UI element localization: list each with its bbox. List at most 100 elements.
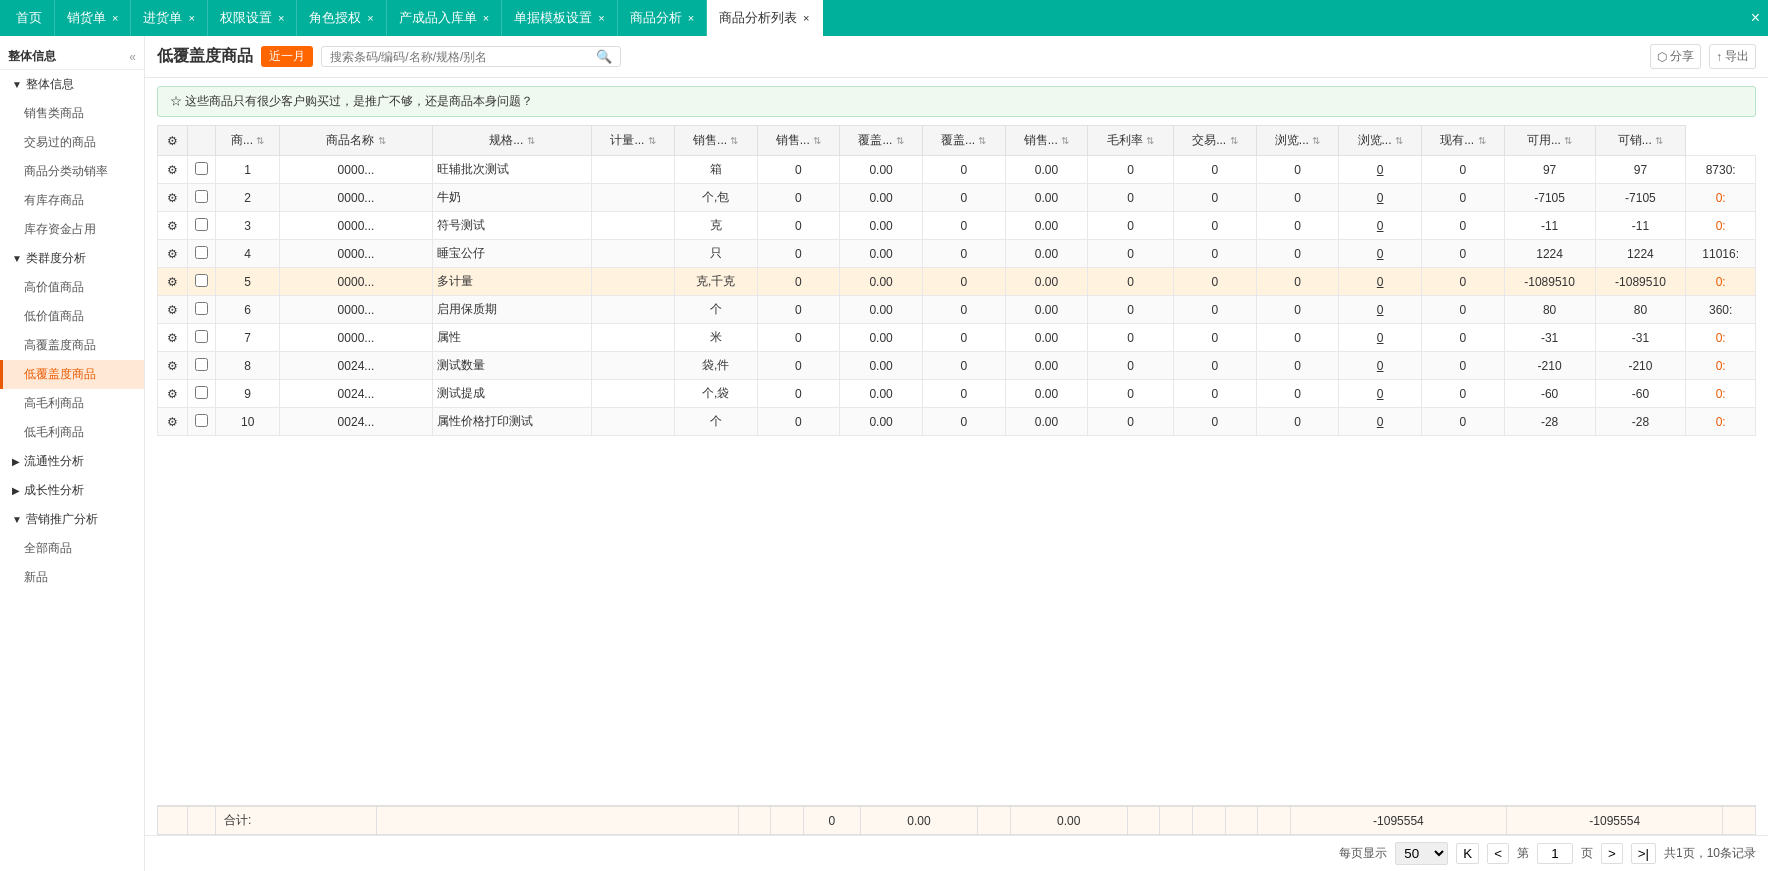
first-page-button[interactable]: K bbox=[1456, 843, 1479, 864]
cell-browse1[interactable]: 0 bbox=[1339, 408, 1422, 436]
cell-settings[interactable]: ⚙ bbox=[158, 352, 188, 380]
sidebar-item-sales-goods[interactable]: 销售类商品 bbox=[0, 99, 144, 128]
cell-browse1[interactable]: 0 bbox=[1339, 380, 1422, 408]
row-checkbox[interactable] bbox=[195, 190, 208, 203]
sidebar-section-growth[interactable]: ▶ 成长性分析 bbox=[0, 476, 144, 505]
sidebar-item-all-goods[interactable]: 全部商品 bbox=[0, 534, 144, 563]
col-sales-count[interactable]: 销售... ⇅ bbox=[1005, 126, 1088, 156]
table-wrapper[interactable]: ⚙ 商... ⇅ 商品名称 ⇅ 规格... ⇅ 计量... ⇅ 销售... ⇅ … bbox=[145, 125, 1768, 805]
tab-purchase-order[interactable]: 进货单 × bbox=[131, 0, 207, 36]
tab-role-auth[interactable]: 角色授权 × bbox=[297, 0, 386, 36]
cell-browse1[interactable]: 0 bbox=[1339, 324, 1422, 352]
col-sellable[interactable]: 可销... ⇅ bbox=[1595, 126, 1686, 156]
cell-browse1[interactable]: 0 bbox=[1339, 156, 1422, 184]
page-number-input[interactable] bbox=[1537, 843, 1573, 864]
col-browse1[interactable]: 浏览... ⇅ bbox=[1256, 126, 1339, 156]
last-page-button[interactable]: >| bbox=[1631, 843, 1656, 864]
tab-sales-order[interactable]: 销货单 × bbox=[55, 0, 131, 36]
close-tab-permissions[interactable]: × bbox=[278, 12, 284, 24]
close-all-tabs[interactable]: × bbox=[1751, 9, 1760, 27]
row-checkbox[interactable] bbox=[195, 274, 208, 287]
row-checkbox[interactable] bbox=[195, 330, 208, 343]
col-name[interactable]: 商品名称 ⇅ bbox=[280, 126, 432, 156]
sidebar-item-category-rate[interactable]: 商品分类动销率 bbox=[0, 157, 144, 186]
cell-checkbox[interactable] bbox=[188, 408, 216, 436]
sidebar-item-low-coverage[interactable]: 低覆盖度商品 bbox=[0, 360, 144, 389]
sidebar-item-traded-goods[interactable]: 交易过的商品 bbox=[0, 128, 144, 157]
close-tab-product-analysis-list[interactable]: × bbox=[803, 12, 809, 24]
sidebar-item-in-stock[interactable]: 有库存商品 bbox=[0, 186, 144, 215]
close-tab-sales-order[interactable]: × bbox=[112, 12, 118, 24]
col-transaction[interactable]: 交易... ⇅ bbox=[1174, 126, 1257, 156]
sidebar-item-high-margin[interactable]: 高毛利商品 bbox=[0, 389, 144, 418]
col-browse2[interactable]: 浏览... ⇅ bbox=[1339, 126, 1422, 156]
sidebar-item-low-margin[interactable]: 低毛利商品 bbox=[0, 418, 144, 447]
tab-permissions[interactable]: 权限设置 × bbox=[208, 0, 297, 36]
per-page-select[interactable]: 50 20 100 200 bbox=[1395, 842, 1448, 865]
cell-checkbox[interactable] bbox=[188, 268, 216, 296]
cell-checkbox[interactable] bbox=[188, 296, 216, 324]
cell-settings[interactable]: ⚙ bbox=[158, 212, 188, 240]
sidebar-section-liquidity[interactable]: ▶ 流通性分析 bbox=[0, 447, 144, 476]
sidebar-section-group-analysis[interactable]: ▼ 类群度分析 bbox=[0, 244, 144, 273]
col-code[interactable]: 商... ⇅ bbox=[216, 126, 280, 156]
col-gross-margin[interactable]: 毛利率 ⇅ bbox=[1088, 126, 1174, 156]
cell-settings[interactable]: ⚙ bbox=[158, 240, 188, 268]
cell-settings[interactable]: ⚙ bbox=[158, 380, 188, 408]
cell-checkbox[interactable] bbox=[188, 324, 216, 352]
search-input[interactable] bbox=[330, 50, 592, 64]
sidebar-collapse-btn[interactable]: « bbox=[129, 50, 136, 64]
col-sales-qty[interactable]: 销售... ⇅ bbox=[674, 126, 757, 156]
cell-checkbox[interactable] bbox=[188, 212, 216, 240]
cell-browse1[interactable]: 0 bbox=[1339, 240, 1422, 268]
cell-checkbox[interactable] bbox=[188, 156, 216, 184]
row-checkbox[interactable] bbox=[195, 386, 208, 399]
col-unit[interactable]: 计量... ⇅ bbox=[592, 126, 675, 156]
cell-browse1[interactable]: 0 bbox=[1339, 184, 1422, 212]
sidebar-item-low-value[interactable]: 低价值商品 bbox=[0, 302, 144, 331]
tab-product-analysis-list[interactable]: 商品分析列表 × bbox=[707, 0, 822, 36]
cell-browse1[interactable]: 0 bbox=[1339, 352, 1422, 380]
sidebar-item-inventory-value[interactable]: 库存资金占用 bbox=[0, 215, 144, 244]
col-coverage2[interactable]: 覆盖... ⇅ bbox=[922, 126, 1005, 156]
sidebar-item-new-goods[interactable]: 新品 bbox=[0, 563, 144, 592]
cell-settings[interactable]: ⚙ bbox=[158, 408, 188, 436]
close-tab-role-auth[interactable]: × bbox=[367, 12, 373, 24]
col-coverage1[interactable]: 覆盖... ⇅ bbox=[840, 126, 923, 156]
cell-checkbox[interactable] bbox=[188, 240, 216, 268]
row-checkbox[interactable] bbox=[195, 218, 208, 231]
tab-home[interactable]: 首页 bbox=[4, 0, 55, 36]
cell-browse1[interactable]: 0 bbox=[1339, 212, 1422, 240]
row-checkbox[interactable] bbox=[195, 162, 208, 175]
row-checkbox[interactable] bbox=[195, 414, 208, 427]
row-checkbox[interactable] bbox=[195, 246, 208, 259]
export-button[interactable]: ↑ 导出 bbox=[1709, 44, 1756, 69]
cell-settings[interactable]: ⚙ bbox=[158, 184, 188, 212]
cell-settings[interactable]: ⚙ bbox=[158, 324, 188, 352]
tab-product-inbound[interactable]: 产成品入库单 × bbox=[387, 0, 502, 36]
close-tab-product-analysis[interactable]: × bbox=[688, 12, 694, 24]
col-available-stock[interactable]: 可用... ⇅ bbox=[1504, 126, 1595, 156]
cell-settings[interactable]: ⚙ bbox=[158, 268, 188, 296]
share-button[interactable]: ⬡ 分享 bbox=[1650, 44, 1701, 69]
cell-browse1[interactable]: 0 bbox=[1339, 268, 1422, 296]
col-sales-amt[interactable]: 销售... ⇅ bbox=[757, 126, 840, 156]
cell-settings[interactable]: ⚙ bbox=[158, 296, 188, 324]
time-filter-button[interactable]: 近一月 bbox=[261, 46, 313, 67]
cell-checkbox[interactable] bbox=[188, 352, 216, 380]
sidebar-section-overall[interactable]: ▼ 整体信息 bbox=[0, 70, 144, 99]
cell-checkbox[interactable] bbox=[188, 380, 216, 408]
close-tab-doc-template[interactable]: × bbox=[598, 12, 604, 24]
sidebar-item-high-coverage[interactable]: 高覆盖度商品 bbox=[0, 331, 144, 360]
sidebar-section-marketing[interactable]: ▼ 营销推广分析 bbox=[0, 505, 144, 534]
prev-page-button[interactable]: < bbox=[1487, 843, 1509, 864]
cell-browse1[interactable]: 0 bbox=[1339, 296, 1422, 324]
tab-doc-template[interactable]: 单据模板设置 × bbox=[502, 0, 617, 36]
close-tab-product-inbound[interactable]: × bbox=[483, 12, 489, 24]
cell-checkbox[interactable] bbox=[188, 184, 216, 212]
row-checkbox[interactable] bbox=[195, 302, 208, 315]
close-tab-purchase-order[interactable]: × bbox=[188, 12, 194, 24]
next-page-button[interactable]: > bbox=[1601, 843, 1623, 864]
col-spec[interactable]: 规格... ⇅ bbox=[432, 126, 592, 156]
col-current-stock[interactable]: 现有... ⇅ bbox=[1422, 126, 1505, 156]
